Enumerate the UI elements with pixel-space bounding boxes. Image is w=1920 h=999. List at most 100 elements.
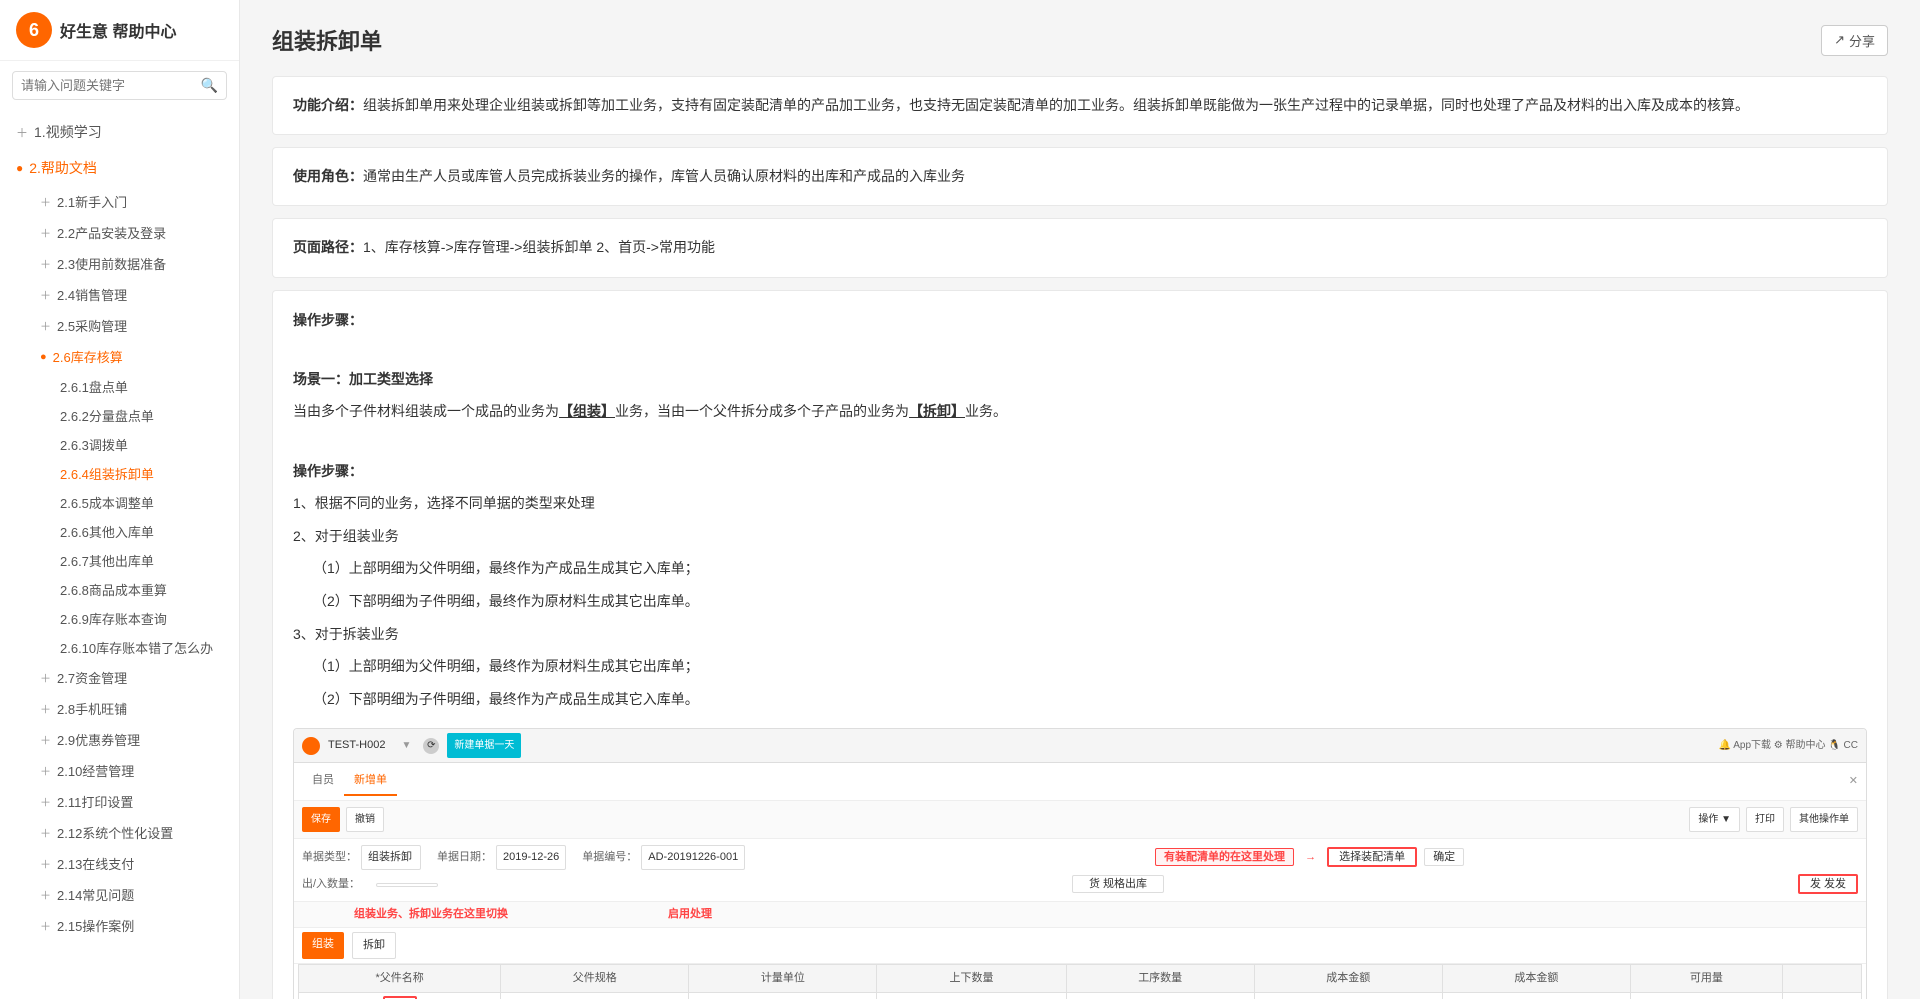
sidebar-item-2-label: 2.帮助文档 [29, 158, 97, 178]
mock-cancel-btn[interactable]: 撤销 [346, 807, 384, 832]
app-logo-circle: 6 [16, 12, 52, 48]
expand-icon-2-8: ＋ [40, 701, 51, 717]
mock-cell-1-3 [689, 992, 877, 999]
mock-logo [302, 737, 320, 755]
role-text: 通常由生产人员或库管人员完成拆装业务的操作，库管人员确认原材料的出库和产成品的入… [363, 168, 965, 184]
screenshot-wrapper: TEST-H002 ▼ ⟳ 新建单据一天 🔔 App下载 ⚙ 帮助中心 🐧 CC… [294, 729, 1866, 999]
sidebar-item-1[interactable]: ＋ 1.视频学习 [0, 114, 239, 150]
mock-th-1-6: 成本金额 [1254, 964, 1442, 992]
sidebar-item-2-15-label: 2.15操作案例 [57, 916, 134, 935]
sidebar-item-2-7[interactable]: ＋ 2.7资金管理 [28, 662, 239, 693]
mock-tab-1[interactable]: 自员 [302, 767, 344, 796]
steps-op-title: 操作步骤： [293, 458, 1867, 485]
intro-label: 功能介绍： [293, 97, 363, 113]
mock-docno-group: 单据编号： AD-20191226-001 [582, 845, 745, 870]
sidebar-item-2-7-label: 2.7资金管理 [57, 668, 127, 687]
mock-annotation-3: 组装业务、拆卸业务在这里切换 [354, 904, 508, 925]
sidebar-item-2-4[interactable]: ＋ 2.4销售管理 [28, 279, 239, 310]
sidebar-sub-2-6: 2.6.1盘点单 2.6.2分量盘点单 2.6.3调拨单 2.6.4组装拆卸单 … [28, 372, 239, 662]
sidebar-item-2-6-7[interactable]: 2.6.7其他出库单 [48, 546, 239, 575]
mock-annotation-1: 有装配清单的在这里处理 [1155, 848, 1294, 866]
mock-new-doc-btn[interactable]: 新建单据一天 [447, 733, 521, 758]
mock-tab-2[interactable]: 新增单 [344, 767, 397, 796]
sidebar-item-2-11[interactable]: ＋ 2.11打印设置 [28, 786, 239, 817]
sidebar-item-2-15[interactable]: ＋ 2.15操作案例 [28, 910, 239, 941]
search-input[interactable] [21, 78, 201, 93]
sidebar-item-2-12[interactable]: ＋ 2.12系统个性化设置 [28, 817, 239, 848]
mock-warehouse-input[interactable]: 货 规格出库 [1072, 875, 1164, 893]
sidebar-item-2-6-5[interactable]: 2.6.5成本调整单 [48, 488, 239, 517]
sidebar-item-2-8[interactable]: ＋ 2.8手机旺铺 [28, 693, 239, 724]
mock-top-bar: TEST-H002 ▼ ⟳ 新建单据一天 🔔 App下载 ⚙ 帮助中心 🐧 CC [294, 729, 1866, 763]
share-button[interactable]: ↗ 分享 [1821, 25, 1888, 56]
expand-icon-2-13: ＋ [40, 856, 51, 872]
sidebar-item-2-5[interactable]: ＋ 2.5采购管理 [28, 310, 239, 341]
sidebar-item-2-6-1[interactable]: 2.6.1盘点单 [48, 372, 239, 401]
logo-symbol: 6 [29, 20, 39, 41]
sidebar-item-2-6-8[interactable]: 2.6.8商品成本重算 [48, 575, 239, 604]
mock-apply-btn[interactable]: 发 发发 [1798, 874, 1858, 894]
mock-docno-label: 单据编号： [582, 847, 637, 868]
mock-cell-1-2 [501, 992, 689, 999]
search-icon[interactable]: 🔍 [201, 77, 218, 94]
sidebar-item-2-6-9[interactable]: 2.6.9库存账本查询 [48, 604, 239, 633]
mock-seg-btn-1[interactable]: 组装 [302, 932, 344, 959]
expand-icon-2-10: ＋ [40, 763, 51, 779]
app-name: 好生意 帮助中心 [60, 18, 176, 42]
sidebar-item-2-6-2[interactable]: 2.6.2分量盘点单 [48, 401, 239, 430]
sidebar-item-2-3[interactable]: ＋ 2.3使用前数据准备 [28, 248, 239, 279]
sidebar-item-2-14[interactable]: ＋ 2.14常见问题 [28, 879, 239, 910]
sidebar-item-2-1[interactable]: ＋ 2.1新手入门 [28, 186, 239, 217]
step-2-1: （1）上部明细为父件明细，最终作为产成品生成其它入库单； [293, 555, 1867, 582]
mock-th-1-3: 计量单位 [689, 964, 877, 992]
mock-th-1-4: 上下数量 [877, 964, 1066, 992]
mock-th-1-5: 工序数量 [1066, 964, 1254, 992]
sidebar-item-2-6[interactable]: ● 2.6库存核算 [28, 341, 239, 372]
mock-cell-1-5 [1066, 992, 1254, 999]
mock-tabs: 自员 新增单 [302, 767, 397, 796]
role-label: 使用角色： [293, 168, 363, 184]
sidebar-item-2-6-3[interactable]: 2.6.3调拨单 [48, 430, 239, 459]
sidebar-item-2-6-10[interactable]: 2.6.10库存账本错了怎么办 [48, 633, 239, 662]
mock-doc-type-group: 单据类型： 组装拆卸 [302, 845, 421, 870]
mock-more-btn[interactable]: 操作 ▼ [1689, 807, 1740, 832]
sidebar-item-2-14-label: 2.14常见问题 [57, 885, 134, 904]
sidebar-item-2-1-label: 2.1新手入门 [57, 192, 127, 211]
op-steps-title: 操作步骤： [293, 307, 1867, 334]
sidebar-header: 6 好生意 帮助中心 [0, 0, 239, 61]
sidebar-item-2-9[interactable]: ＋ 2.9优惠券管理 [28, 724, 239, 755]
intro-text: 组装拆卸单用来处理企业组装或拆卸等加工业务，支持有固定装配清单的产品加工业务，也… [363, 97, 1749, 113]
sidebar-item-2-6-6[interactable]: 2.6.6其他入库单 [48, 517, 239, 546]
expand-icon-2-12: ＋ [40, 825, 51, 841]
mock-seg-btn-2[interactable]: 拆卸 [352, 932, 396, 959]
search-bar[interactable]: 🔍 [12, 71, 227, 100]
path-label: 页面路径： [293, 239, 363, 255]
scene1-title: 场景一：加工类型选择 [293, 366, 1867, 393]
mock-cell-1-7 [1442, 992, 1630, 999]
mock-annotation-4: 启用处理 [668, 904, 712, 925]
sidebar-item-2-6-4[interactable]: 2.6.4组装拆卸单 [48, 459, 239, 488]
sidebar-item-2-13[interactable]: ＋ 2.13在线支付 [28, 848, 239, 879]
mock-print-btn[interactable]: 打印 [1746, 807, 1784, 832]
mock-doc-type-value: 组装拆卸 [361, 845, 421, 870]
mock-doc-type-label: 单据类型： [302, 847, 357, 868]
mock-cell-1-8 [1630, 992, 1782, 999]
sidebar-item-2-13-label: 2.13在线支付 [57, 854, 134, 873]
sidebar-item-2-2[interactable]: ＋ 2.2产品安装及登录 [28, 217, 239, 248]
sidebar-item-2[interactable]: ● 2.帮助文档 [0, 150, 239, 186]
sidebar-item-2-10-label: 2.10经营管理 [57, 761, 134, 780]
mock-close-icon[interactable]: ✕ [1849, 771, 1858, 792]
mock-cell-1-6: 198.0 [1254, 992, 1442, 999]
mock-title-bar: 自员 新增单 ✕ [294, 763, 1866, 801]
sidebar-item-2-11-label: 2.11打印设置 [57, 792, 133, 811]
mock-confirm-btn[interactable]: 确定 [1424, 848, 1464, 866]
sidebar-item-2-10[interactable]: ＋ 2.10经营管理 [28, 755, 239, 786]
mock-annotation-row: 组装业务、拆卸业务在这里切换 启用处理 [294, 902, 1866, 928]
mock-cell-1-4: 数量-1+1 [877, 992, 1066, 999]
mock-save-btn[interactable]: 保存 [302, 807, 340, 832]
page-title: 组装拆卸单 [272, 24, 382, 56]
mock-annotation-2: 选择装配清单 [1327, 847, 1417, 867]
mock-audit-btn[interactable]: 其他操作单 [1790, 807, 1858, 832]
expand-icon-2-11: ＋ [40, 794, 51, 810]
sidebar-item-2-3-label: 2.3使用前数据准备 [57, 254, 166, 273]
